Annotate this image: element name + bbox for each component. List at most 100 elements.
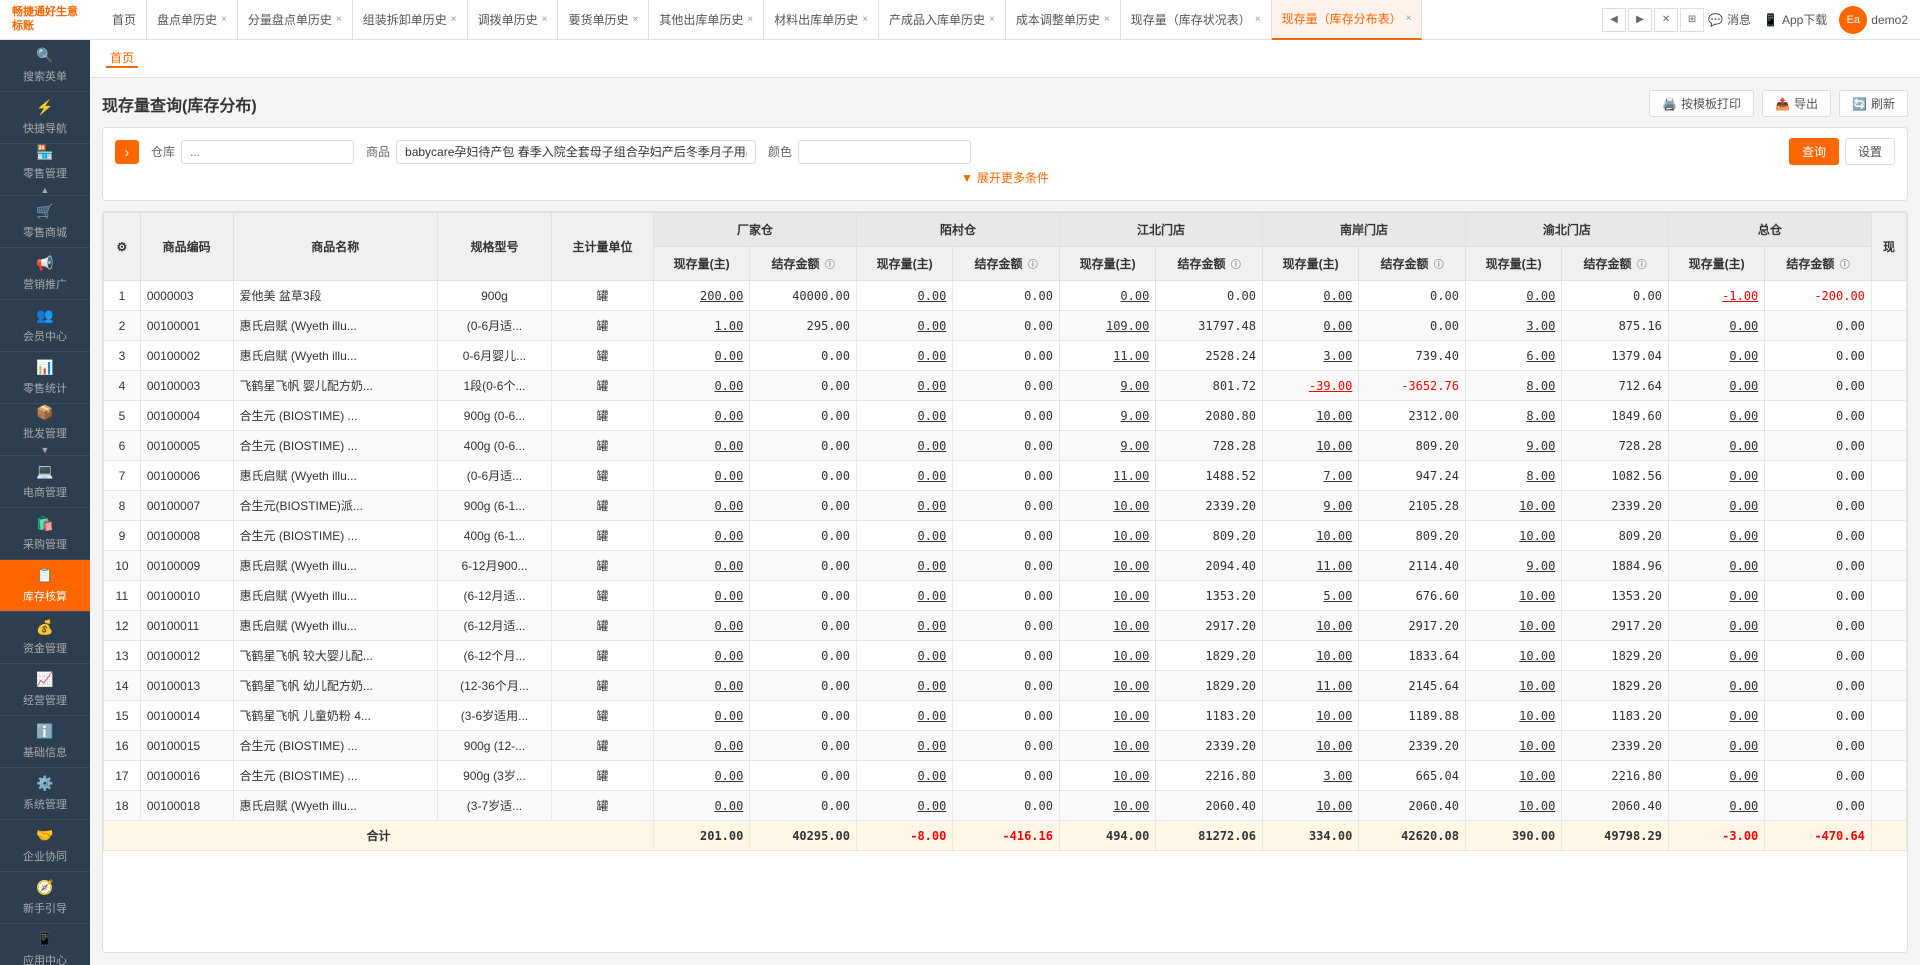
sidebar-item-member[interactable]: 👥 会员中心 (0, 300, 90, 352)
cell-total-qty[interactable]: 0.00 (1668, 491, 1764, 521)
cell-total-qty[interactable]: 0.00 (1668, 701, 1764, 731)
tab-close-stock-status[interactable]: × (1255, 14, 1261, 25)
cell-mocun-qty[interactable]: 0.00 (856, 671, 952, 701)
cell-mocun-qty[interactable]: 0.00 (856, 341, 952, 371)
cell-jiangbei-qty[interactable]: 0.00 (1059, 281, 1155, 311)
cell-factory-qty[interactable]: 0.00 (654, 581, 750, 611)
cell-total-qty[interactable]: 0.00 (1668, 311, 1764, 341)
cell-jiangbei-qty[interactable]: 10.00 (1059, 581, 1155, 611)
tab-close-other-out[interactable]: × (747, 14, 753, 25)
cell-yubei-qty[interactable]: 8.00 (1465, 401, 1561, 431)
tab-close-request[interactable]: × (632, 14, 638, 25)
cell-mocun-qty[interactable]: 0.00 (856, 581, 952, 611)
tab-prev-btn[interactable]: ◀ (1602, 8, 1626, 32)
cell-factory-qty[interactable]: 0.00 (654, 731, 750, 761)
cell-yubei-qty[interactable]: 3.00 (1465, 311, 1561, 341)
tab-close-transfer[interactable]: × (542, 14, 548, 25)
cell-total-qty[interactable]: 0.00 (1668, 341, 1764, 371)
cell-jiangbei-qty[interactable]: 9.00 (1059, 371, 1155, 401)
cell-nanan-qty[interactable]: 5.00 (1262, 581, 1358, 611)
cell-jiangbei-qty[interactable]: 10.00 (1059, 551, 1155, 581)
tab-material-out[interactable]: 材料出库单历史× (764, 0, 879, 40)
product-input[interactable] (396, 140, 756, 164)
sidebar-item-wholesale-mgmt[interactable]: 📦 批发管理 ▼ (0, 404, 90, 456)
cell-factory-qty[interactable]: 0.00 (654, 341, 750, 371)
cell-nanan-qty[interactable]: 3.00 (1262, 761, 1358, 791)
cell-total-qty[interactable]: 0.00 (1668, 731, 1764, 761)
cell-nanan-qty[interactable]: 10.00 (1262, 791, 1358, 821)
query-btn[interactable]: 查询 (1789, 138, 1839, 165)
cell-mocun-qty[interactable]: 0.00 (856, 371, 952, 401)
tab-close-cost-adjust[interactable]: × (1104, 14, 1110, 25)
sidebar-item-retail-stats[interactable]: 📊 零售统计 (0, 352, 90, 404)
cell-nanan-qty[interactable]: 7.00 (1262, 461, 1358, 491)
cell-factory-qty[interactable]: 0.00 (654, 701, 750, 731)
cell-mocun-qty[interactable]: 0.00 (856, 551, 952, 581)
tab-sub-inventory-count[interactable]: 分量盘点单历史× (238, 0, 353, 40)
tab-close-sub-inventory-count[interactable]: × (336, 14, 342, 25)
filter-toggle-btn[interactable]: › (115, 140, 139, 164)
tab-stock-status[interactable]: 现存量（库存状况表）× (1121, 0, 1272, 40)
tab-transfer[interactable]: 调拨单历史× (468, 0, 559, 40)
refresh-btn[interactable]: 🔄 刷新 (1839, 90, 1908, 117)
sidebar-item-ecommerce[interactable]: 💻 电商管理 (0, 456, 90, 508)
cell-factory-qty[interactable]: 0.00 (654, 491, 750, 521)
user-area[interactable]: Ea demo2 (1839, 6, 1908, 34)
cell-mocun-qty[interactable]: 0.00 (856, 791, 952, 821)
sidebar-item-retail-mgmt[interactable]: 🏪 零售管理 ▲ (0, 144, 90, 196)
sidebar-item-inventory[interactable]: 📋 库存核算 (0, 560, 90, 612)
color-input[interactable] (798, 140, 971, 164)
warehouse-input[interactable] (181, 140, 354, 164)
cell-yubei-qty[interactable]: 0.00 (1465, 281, 1561, 311)
sidebar-item-basic-info[interactable]: ℹ️ 基础信息 (0, 716, 90, 768)
cell-nanan-qty[interactable]: 10.00 (1262, 641, 1358, 671)
cell-jiangbei-qty[interactable]: 10.00 (1059, 791, 1155, 821)
cell-mocun-qty[interactable]: 0.00 (856, 611, 952, 641)
cell-total-qty[interactable]: 0.00 (1668, 371, 1764, 401)
cell-jiangbei-qty[interactable]: 9.00 (1059, 401, 1155, 431)
cell-total-qty[interactable]: 0.00 (1668, 761, 1764, 791)
sidebar-item-guide[interactable]: 🧭 新手引导 (0, 872, 90, 924)
tab-cost-adjust[interactable]: 成本调整单历史× (1006, 0, 1121, 40)
cell-mocun-qty[interactable]: 0.00 (856, 281, 952, 311)
cell-mocun-qty[interactable]: 0.00 (856, 401, 952, 431)
message-btn[interactable]: 💬 消息 (1708, 11, 1751, 28)
tab-home[interactable]: 首页 (102, 0, 147, 40)
cell-jiangbei-qty[interactable]: 10.00 (1059, 521, 1155, 551)
cell-jiangbei-qty[interactable]: 11.00 (1059, 341, 1155, 371)
cell-jiangbei-qty[interactable]: 10.00 (1059, 491, 1155, 521)
sidebar-item-retail-mall[interactable]: 🛒 零售商城 (0, 196, 90, 248)
tab-close-material-out[interactable]: × (862, 14, 868, 25)
cell-factory-qty[interactable]: 0.00 (654, 671, 750, 701)
cell-factory-qty[interactable]: 0.00 (654, 461, 750, 491)
cell-factory-qty[interactable]: 0.00 (654, 761, 750, 791)
cell-mocun-qty[interactable]: 0.00 (856, 701, 952, 731)
cell-nanan-qty[interactable]: 10.00 (1262, 521, 1358, 551)
cell-jiangbei-qty[interactable]: 10.00 (1059, 611, 1155, 641)
cell-jiangbei-qty[interactable]: 10.00 (1059, 701, 1155, 731)
cell-factory-qty[interactable]: 0.00 (654, 401, 750, 431)
cell-nanan-qty[interactable]: 0.00 (1262, 311, 1358, 341)
cell-factory-qty[interactable]: 0.00 (654, 611, 750, 641)
cell-nanan-qty[interactable]: 9.00 (1262, 491, 1358, 521)
cell-total-qty[interactable]: 0.00 (1668, 611, 1764, 641)
app-download-btn[interactable]: 📱 App下载 (1763, 11, 1827, 28)
sidebar-item-system[interactable]: ⚙️ 系统管理 (0, 768, 90, 820)
cell-nanan-qty[interactable]: -39.00 (1262, 371, 1358, 401)
cell-factory-qty[interactable]: 0.00 (654, 521, 750, 551)
cell-jiangbei-qty[interactable]: 9.00 (1059, 431, 1155, 461)
cell-total-qty[interactable]: 0.00 (1668, 431, 1764, 461)
cell-total-qty[interactable]: 0.00 (1668, 401, 1764, 431)
cell-nanan-qty[interactable]: 10.00 (1262, 431, 1358, 461)
cell-mocun-qty[interactable]: 0.00 (856, 431, 952, 461)
sidebar-item-app-center[interactable]: 📱 应用中心 (0, 924, 90, 965)
sidebar-item-operations[interactable]: 📈 经营管理 (0, 664, 90, 716)
cell-yubei-qty[interactable]: 8.00 (1465, 371, 1561, 401)
cell-yubei-qty[interactable]: 10.00 (1465, 731, 1561, 761)
tab-stock-dist[interactable]: 现存量（库存分布表）× (1272, 0, 1423, 40)
sidebar-item-marketing[interactable]: 📢 营销推广 (0, 248, 90, 300)
cell-jiangbei-qty[interactable]: 10.00 (1059, 761, 1155, 791)
cell-yubei-qty[interactable]: 10.00 (1465, 521, 1561, 551)
cell-total-qty[interactable]: 0.00 (1668, 551, 1764, 581)
tab-product-in[interactable]: 产成品入库单历史× (879, 0, 1006, 40)
